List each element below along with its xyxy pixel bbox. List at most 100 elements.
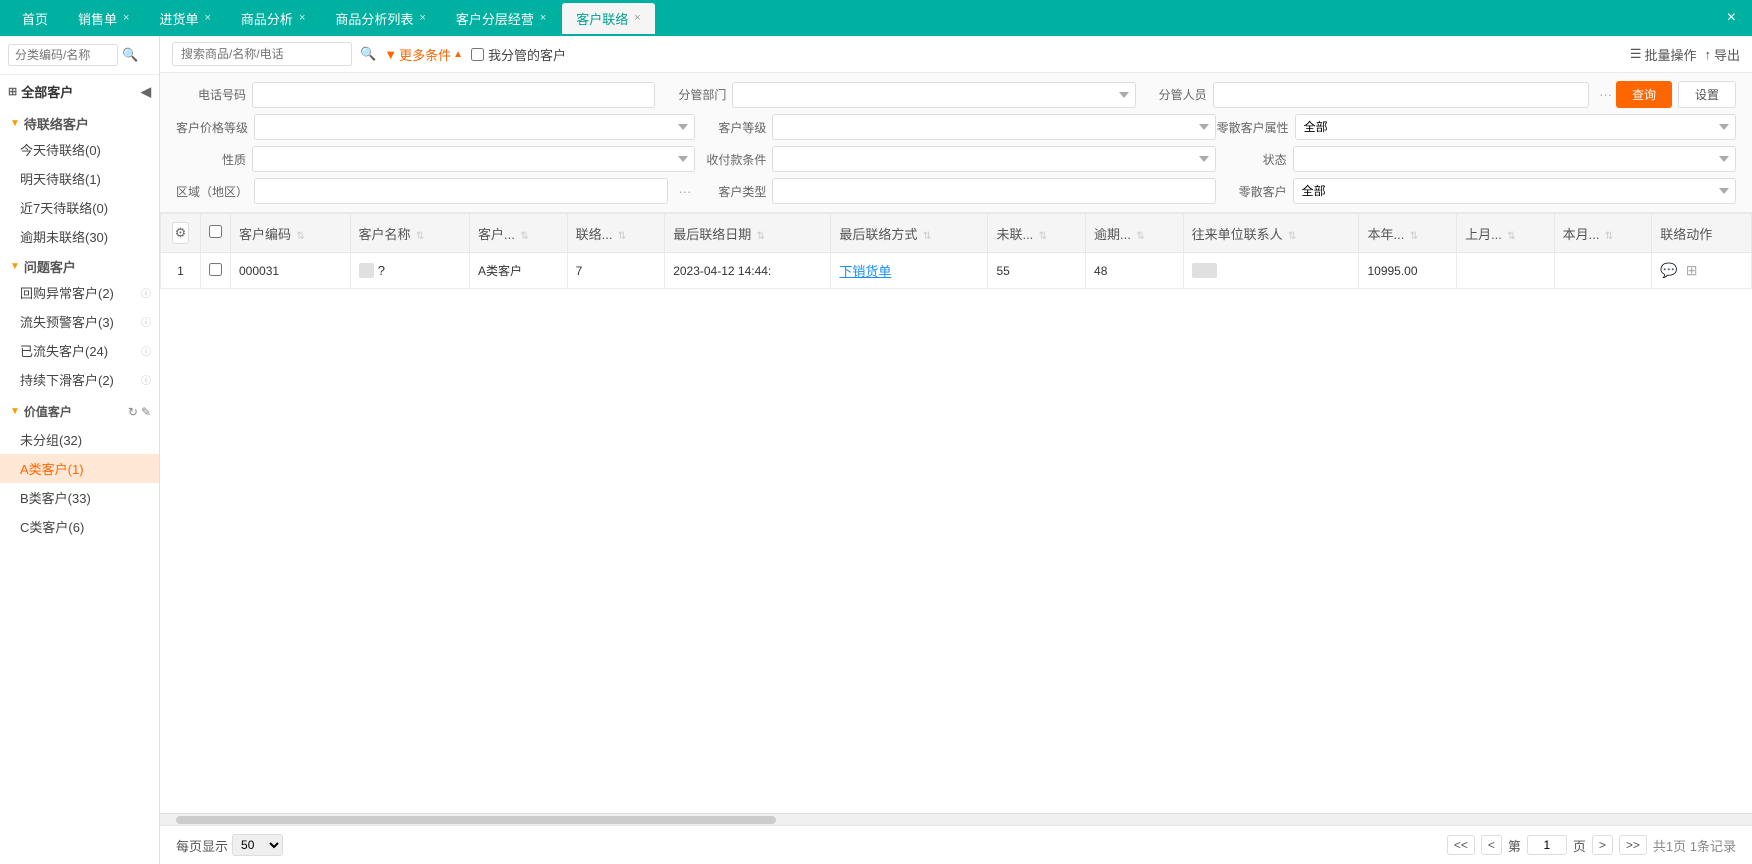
sidebar-item-churned[interactable]: 已流失客户(24) ⓘ xyxy=(0,336,159,365)
nav-tab-sales[interactable]: 销售单 × xyxy=(64,3,143,34)
region-field: 区域（地区） ··· xyxy=(176,178,695,204)
filter-search-input[interactable] xyxy=(172,42,352,66)
horizontal-scroll-area[interactable] xyxy=(160,813,1752,825)
nature-select[interactable] xyxy=(252,146,695,172)
close-purchase-tab[interactable]: × xyxy=(204,12,210,24)
region-input[interactable] xyxy=(254,178,668,204)
sidebar-value-customers-header: ▼ 价值客户 ↻ ✎ xyxy=(0,398,159,425)
close-analysis-tab[interactable]: × xyxy=(299,12,305,24)
row-this-year: 10995.00 xyxy=(1359,253,1457,289)
customer-type-input[interactable] xyxy=(772,178,1215,204)
sidebar-item-overdue[interactable]: 逾期未联络(30) xyxy=(0,222,159,251)
refresh-value-icon[interactable]: ↻ xyxy=(128,405,138,419)
first-page-button[interactable]: << xyxy=(1447,835,1475,855)
row-unit-contacts: RE . xyxy=(1183,253,1359,289)
nav-tab-purchase[interactable]: 进货单 × xyxy=(145,3,224,34)
sort-date-icon: ⇅ xyxy=(757,231,765,242)
th-last-month[interactable]: 上月... ⇅ xyxy=(1457,214,1555,253)
sidebar-item-declining[interactable]: 持续下滑客户(2) ⓘ xyxy=(0,365,159,394)
staff-more-icon[interactable]: ··· xyxy=(1595,87,1616,102)
th-contact-count[interactable]: 联络... ⇅ xyxy=(567,214,665,253)
close-analysis-list-tab[interactable]: × xyxy=(419,12,425,24)
expand-arrow-icon: ▼ xyxy=(10,118,20,129)
sidebar-item-b-class[interactable]: B类客户(33) xyxy=(0,483,159,512)
my-customers-checkbox-label[interactable]: 我分管的客户 xyxy=(471,45,566,64)
filter-action-buttons: 查询 设置 xyxy=(1616,81,1736,108)
pagination-bar: 每页显示 50 100 200 << < 第 页 > >> 共1页 1条记录 xyxy=(160,825,1752,864)
window-close-button[interactable]: × xyxy=(1719,5,1744,31)
per-page-select[interactable]: 50 100 200 xyxy=(232,834,283,856)
payment-select[interactable] xyxy=(772,146,1215,172)
nav-tab-customer-segment[interactable]: 客户分层经营 × xyxy=(442,3,560,34)
my-customers-checkbox[interactable] xyxy=(471,48,484,61)
last-page-button[interactable]: >> xyxy=(1619,835,1647,855)
nav-tab-analysis[interactable]: 商品分析 × xyxy=(227,3,319,34)
region-more-icon[interactable]: ··· xyxy=(674,184,695,199)
prev-page-button[interactable]: < xyxy=(1481,835,1502,855)
sidebar-item-unclassified[interactable]: 未分组(32) xyxy=(0,425,159,454)
adv-filter-row-1: 电话号码 分管部门 分管人员 ··· 查询 设置 xyxy=(176,81,1736,108)
th-unit-contacts[interactable]: 往来单位联系人 ⇅ xyxy=(1183,214,1359,253)
sidebar-item-a-class[interactable]: A类客户(1) xyxy=(0,454,159,483)
next-page-button[interactable]: > xyxy=(1592,835,1613,855)
query-button[interactable]: 查询 xyxy=(1616,81,1672,108)
sidebar-item-today-pending[interactable]: 今天待联络(0) xyxy=(0,135,159,164)
sidebar-item-churn-warning[interactable]: 流失预警客户(3) ⓘ xyxy=(0,307,159,336)
export-button[interactable]: ↑ 导出 xyxy=(1704,45,1740,64)
status-field: 状态 xyxy=(1217,146,1736,172)
sort-thismonth-icon: ⇅ xyxy=(1605,231,1613,242)
row-customer-name-suffix: ? xyxy=(378,263,385,278)
th-customer-code[interactable]: 客户编码 ⇅ xyxy=(231,214,351,253)
row-last-contact-date: 2023-04-12 14:44: xyxy=(665,253,831,289)
staff-input[interactable] xyxy=(1213,82,1589,108)
sidebar-search-icon[interactable]: 🔍 xyxy=(122,47,138,63)
th-this-year[interactable]: 本年... ⇅ xyxy=(1359,214,1457,253)
th-customer-type[interactable]: 客户... ⇅ xyxy=(470,214,568,253)
row-checkbox-cell xyxy=(201,253,231,289)
retail-customer-select[interactable]: 全部 xyxy=(1293,178,1736,204)
sidebar-all-customers-header[interactable]: ⊞ 全部客户 ◀ xyxy=(0,75,159,108)
th-overdue-days[interactable]: 逾期... ⇅ xyxy=(1086,214,1184,253)
row-contact-count: 7 xyxy=(567,253,665,289)
sidebar-search-input[interactable] xyxy=(8,44,118,66)
sidebar-item-7days-pending[interactable]: 近7天待联络(0) xyxy=(0,193,159,222)
edit-value-icon[interactable]: ✎ xyxy=(141,405,151,419)
nav-home[interactable]: 首页 xyxy=(8,3,62,34)
row-last-month xyxy=(1457,253,1555,289)
th-last-contact-date[interactable]: 最后联络日期 ⇅ xyxy=(665,214,831,253)
phone-input[interactable] xyxy=(252,82,655,108)
retail-attr-field: 零散客户属性 全部 xyxy=(1217,114,1736,140)
batch-op-button[interactable]: ☰ 批量操作 xyxy=(1630,45,1697,64)
page-number-input[interactable] xyxy=(1527,835,1567,855)
retail-customer-field: 零散客户 全部 xyxy=(1217,178,1736,204)
filter-search-button[interactable]: 🔍 xyxy=(360,46,376,62)
th-no-contact-days[interactable]: 未联... ⇅ xyxy=(988,214,1086,253)
sidebar-item-tomorrow-pending[interactable]: 明天待联络(1) xyxy=(0,164,159,193)
price-grade-select[interactable] xyxy=(254,114,695,140)
nature-field: 性质 xyxy=(176,146,695,172)
status-select[interactable] xyxy=(1293,146,1736,172)
sidebar-item-c-class[interactable]: C类客户(6) xyxy=(0,512,159,541)
row-checkbox[interactable] xyxy=(209,263,222,276)
close-sales-tab[interactable]: × xyxy=(123,12,129,24)
table-settings-button[interactable]: ⚙ xyxy=(172,222,190,244)
nav-tab-customer-contact[interactable]: 客户联络 × xyxy=(562,3,654,34)
th-last-contact-method[interactable]: 最后联络方式 ⇅ xyxy=(831,214,988,253)
th-customer-name[interactable]: 客户名称 ⇅ xyxy=(350,214,470,253)
sidebar-item-repurchase-abnormal[interactable]: 回购异常客户(2) ⓘ xyxy=(0,278,159,307)
retail-attr-select[interactable]: 全部 xyxy=(1295,114,1736,140)
qr-action-icon[interactable]: ⊞ xyxy=(1686,262,1698,279)
dept-select[interactable] xyxy=(732,82,1135,108)
settings-button[interactable]: 设置 xyxy=(1678,81,1736,108)
th-this-month[interactable]: 本月... ⇅ xyxy=(1554,214,1652,253)
table-scroll[interactable]: ⚙ 客户编码 ⇅ 客户名称 ⇅ xyxy=(160,213,1752,813)
close-contact-tab[interactable]: × xyxy=(634,12,640,24)
customer-grade-select[interactable] xyxy=(772,114,1215,140)
last-contact-method-link[interactable]: 下销货单 xyxy=(839,264,891,279)
message-action-icon[interactable]: 💬 xyxy=(1660,262,1677,279)
nav-tab-analysis-list[interactable]: 商品分析列表 × xyxy=(321,3,439,34)
filter-more-conditions[interactable]: ▼ 更多条件 ▲ xyxy=(384,45,463,64)
close-segment-tab[interactable]: × xyxy=(540,12,546,24)
select-all-checkbox[interactable] xyxy=(209,225,222,238)
batch-op-icon: ☰ xyxy=(1630,46,1642,62)
